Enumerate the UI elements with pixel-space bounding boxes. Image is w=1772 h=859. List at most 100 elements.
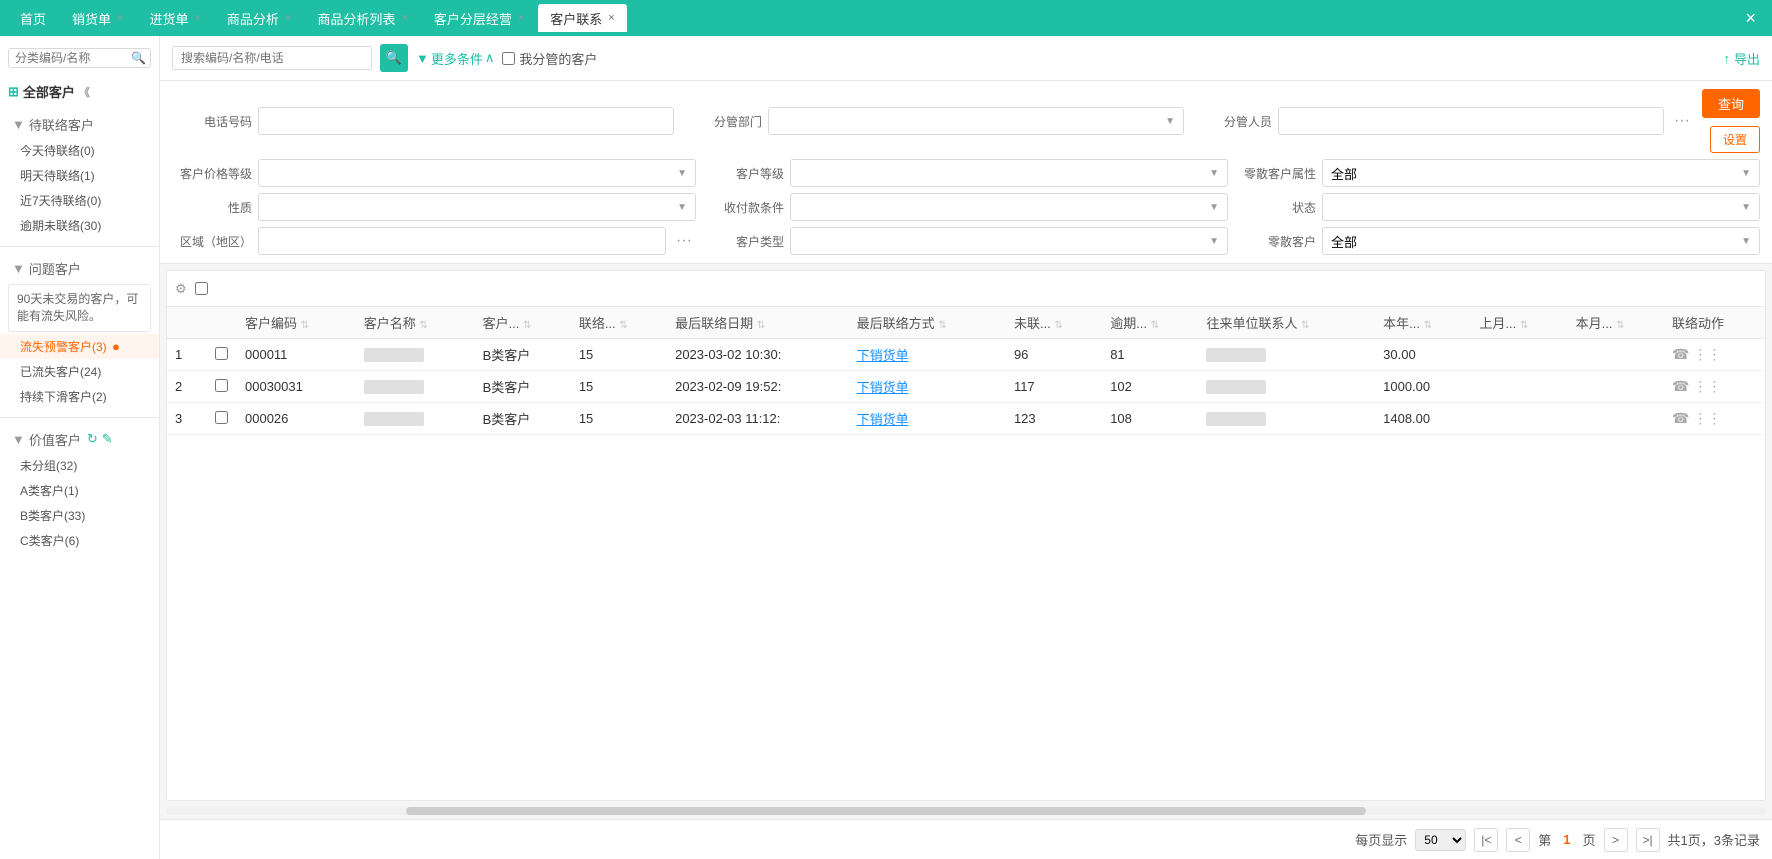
- contact-action-icon[interactable]: ☎: [1672, 410, 1689, 427]
- contact-method-link[interactable]: 下销货单: [857, 412, 909, 427]
- scrollbar-thumb[interactable]: [406, 807, 1366, 815]
- gender-select[interactable]: ▼: [258, 193, 696, 221]
- nav-tab-analysis[interactable]: 商品分析 ×: [215, 4, 303, 32]
- cell-checkbox[interactable]: [207, 403, 237, 435]
- cell-last-method[interactable]: 下销货单: [849, 339, 1006, 371]
- col-customer-type[interactable]: 客户... ⇅: [475, 307, 571, 339]
- cell-unlink: 123: [1006, 403, 1102, 435]
- contact-action-icon[interactable]: ☎: [1672, 378, 1689, 395]
- first-page-btn[interactable]: |<: [1474, 828, 1498, 852]
- col-customer-code[interactable]: 客户编码 ⇅: [237, 307, 356, 339]
- nav-tab-sales[interactable]: 销货单 ×: [60, 4, 135, 32]
- close-tab-customer-contact[interactable]: ×: [608, 12, 614, 24]
- sidebar-item-churned[interactable]: 已流失客户(24): [0, 359, 159, 384]
- person-more-btn[interactable]: ···: [1670, 112, 1694, 130]
- zero-customer-select[interactable]: 全部 ▼: [1322, 227, 1760, 255]
- col-last-contact-method[interactable]: 最后联络方式 ⇅: [849, 307, 1006, 339]
- close-tab-analysis[interactable]: ×: [285, 12, 291, 24]
- row-checkbox[interactable]: [215, 379, 228, 392]
- customer-type-select[interactable]: ▼: [790, 227, 1228, 255]
- query-button[interactable]: 查询: [1702, 89, 1760, 118]
- main-layout: 🔍 ⊞ 全部客户 《 ▼ 待联络客户 今天待联络(0) 明天待联络(1) 近7天…: [0, 36, 1772, 859]
- sidebar-item-overdue[interactable]: 逾期未联络(30): [0, 213, 159, 238]
- export-button[interactable]: ↑ 导出: [1723, 49, 1760, 68]
- sidebar-item-7days[interactable]: 近7天待联络(0): [0, 188, 159, 213]
- sidebar-group-value-title[interactable]: ▼ 价值客户 ↻ ✎: [0, 426, 159, 453]
- col-customer-name[interactable]: 客户名称 ⇅: [356, 307, 475, 339]
- my-customers-checkbox-area[interactable]: 我分管的客户: [502, 49, 597, 68]
- sidebar-item-ungroup[interactable]: 未分组(32): [0, 453, 159, 478]
- cell-contact-person: [1198, 371, 1375, 403]
- close-tab-customer-layer[interactable]: ×: [518, 12, 524, 24]
- col-last-contact-date[interactable]: 最后联络日期 ⇅: [667, 307, 848, 339]
- settings-button[interactable]: 设置: [1710, 126, 1760, 153]
- sidebar-item-class-c[interactable]: C类客户(6): [0, 528, 159, 553]
- table-scroll-area[interactable]: 客户编码 ⇅ 客户名称 ⇅ 客户... ⇅: [167, 307, 1765, 800]
- edit-icon[interactable]: ✎: [102, 431, 113, 447]
- status-select[interactable]: ▼: [1322, 193, 1760, 221]
- region-select[interactable]: [258, 227, 666, 255]
- sidebar-item-churn-warning[interactable]: 流失预警客户(3) ●: [0, 334, 159, 359]
- table-gear-icon[interactable]: ⚙: [175, 281, 187, 297]
- filter-search-button[interactable]: 🔍: [380, 44, 408, 72]
- col-contact[interactable]: 联络... ⇅: [571, 307, 667, 339]
- col-contact-person[interactable]: 往来单位联系人 ⇅: [1198, 307, 1375, 339]
- sidebar-all-customers[interactable]: ⊞ 全部客户 《: [0, 76, 159, 107]
- page-size-select[interactable]: 50 100: [1415, 829, 1466, 851]
- nav-tab-customer-contact[interactable]: 客户联系 ×: [538, 4, 626, 32]
- my-customers-checkbox[interactable]: [502, 52, 515, 65]
- refresh-icon[interactable]: ↻: [87, 431, 98, 447]
- horizontal-scrollbar[interactable]: [166, 807, 1766, 815]
- nav-tab-purchase[interactable]: 进货单 ×: [137, 4, 212, 32]
- sidebar-group-pending-title[interactable]: ▼ 待联络客户: [0, 111, 159, 138]
- col-unlink-days[interactable]: 未联... ⇅: [1006, 307, 1102, 339]
- sidebar-item-class-a[interactable]: A类客户(1): [0, 478, 159, 503]
- col-this-month[interactable]: 本月... ⇅: [1568, 307, 1664, 339]
- col-overdue[interactable]: 逾期... ⇅: [1102, 307, 1198, 339]
- phone-input[interactable]: [258, 107, 674, 135]
- zero-attr-select[interactable]: 全部 ▼: [1322, 159, 1760, 187]
- cell-last-method[interactable]: 下销货单: [849, 371, 1006, 403]
- nav-home[interactable]: 首页: [8, 4, 58, 32]
- cell-last-method[interactable]: 下销货单: [849, 403, 1006, 435]
- cell-checkbox[interactable]: [207, 339, 237, 371]
- customer-table: 客户编码 ⇅ 客户名称 ⇅ 客户... ⇅: [167, 307, 1765, 435]
- sidebar-search-input[interactable]: [8, 48, 151, 68]
- close-tab-purchase[interactable]: ×: [194, 12, 200, 24]
- last-page-btn[interactable]: >|: [1636, 828, 1660, 852]
- cell-checkbox[interactable]: [207, 371, 237, 403]
- more-action-icon[interactable]: ⋮⋮: [1693, 346, 1721, 363]
- more-action-icon[interactable]: ⋮⋮: [1693, 378, 1721, 395]
- close-tab-sales[interactable]: ×: [117, 12, 123, 24]
- cell-name: [356, 339, 475, 371]
- customer-level-select[interactable]: ▼: [790, 159, 1228, 187]
- sidebar-item-today[interactable]: 今天待联络(0): [0, 138, 159, 163]
- dept-select[interactable]: ▼: [768, 107, 1184, 135]
- sidebar-item-declining[interactable]: 持续下滑客户(2): [0, 384, 159, 409]
- row-checkbox[interactable]: [215, 411, 228, 424]
- more-action-icon[interactable]: ⋮⋮: [1693, 410, 1721, 427]
- contact-method-link[interactable]: 下销货单: [857, 380, 909, 395]
- sidebar-item-tomorrow[interactable]: 明天待联络(1): [0, 163, 159, 188]
- col-this-year[interactable]: 本年... ⇅: [1375, 307, 1471, 339]
- close-tab-analysis-list[interactable]: ×: [401, 12, 407, 24]
- price-level-select[interactable]: ▼: [258, 159, 696, 187]
- contact-action-icon[interactable]: ☎: [1672, 346, 1689, 363]
- filter-more-conditions[interactable]: ▼ 更多条件 ∧: [416, 49, 494, 68]
- row-checkbox[interactable]: [215, 347, 228, 360]
- person-select[interactable]: [1278, 107, 1664, 135]
- region-more-btn[interactable]: ···: [672, 232, 696, 250]
- payment-select[interactable]: ▼: [790, 193, 1228, 221]
- contact-method-link[interactable]: 下销货单: [857, 348, 909, 363]
- sidebar-item-class-b[interactable]: B类客户(33): [0, 503, 159, 528]
- nav-tab-analysis-list[interactable]: 商品分析列表 ×: [305, 4, 419, 32]
- col-last-month[interactable]: 上月... ⇅: [1471, 307, 1567, 339]
- sort-icon-2: ⇅: [419, 320, 427, 331]
- filter-search-input[interactable]: [172, 46, 372, 70]
- select-all-checkbox[interactable]: [195, 282, 208, 295]
- prev-page-btn[interactable]: <: [1506, 828, 1530, 852]
- next-page-btn[interactable]: >: [1604, 828, 1628, 852]
- nav-tab-customer-layer[interactable]: 客户分层经营 ×: [422, 4, 536, 32]
- sidebar-group-problem-title[interactable]: ▼ 问题客户: [0, 255, 159, 282]
- window-close-btn[interactable]: ×: [1737, 8, 1764, 29]
